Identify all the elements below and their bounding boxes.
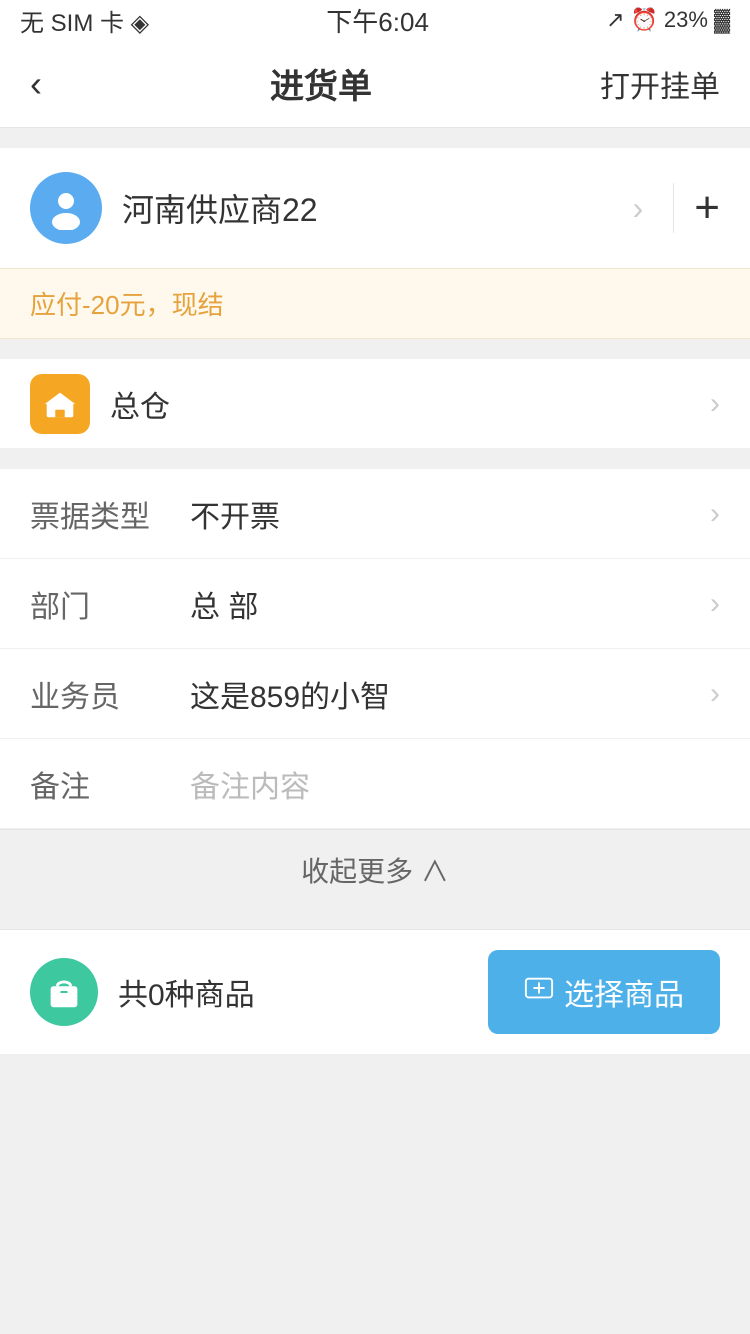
department-value: 总 部: [190, 582, 710, 626]
section-gap-1: [0, 128, 750, 148]
product-icon: [30, 958, 98, 1026]
invoice-type-chevron-icon: ›: [710, 497, 720, 531]
warehouse-row[interactable]: 总仓 ›: [0, 359, 750, 449]
location-icon: ↗: [606, 7, 624, 33]
remark-label: 备注: [30, 762, 190, 806]
warehouse-icon: [30, 374, 90, 434]
product-count: 共0种商品: [118, 970, 488, 1014]
supplier-chevron-icon: ›: [633, 190, 644, 227]
remark-row[interactable]: 备注 备注内容: [0, 739, 750, 829]
add-supplier-button[interactable]: +: [694, 186, 720, 230]
department-label: 部门: [30, 582, 190, 626]
select-product-icon: [524, 973, 554, 1011]
salesperson-label: 业务员: [30, 672, 190, 716]
supplier-name: 河南供应商22: [122, 185, 633, 231]
section-gap-4: [0, 909, 750, 929]
section-gap-2: [0, 339, 750, 359]
department-chevron-icon: ›: [710, 587, 720, 621]
status-right: ↗ ⏰ 23% ▓: [606, 7, 730, 33]
nav-bar: ‹ 进货单 打开挂单: [0, 40, 750, 128]
invoice-type-value: 不开票: [190, 492, 710, 536]
notice-bar: 应付-20元，现结: [0, 268, 750, 339]
supplier-row[interactable]: 河南供应商22 › +: [0, 148, 750, 268]
section-gap-3: [0, 449, 750, 469]
warehouse-chevron-icon: ›: [710, 387, 720, 421]
invoice-type-label: 票据类型: [30, 492, 190, 536]
divider: [673, 183, 674, 233]
select-product-label: 选择商品: [564, 970, 684, 1014]
status-left: 无 SIM 卡 ◈: [20, 3, 149, 38]
battery-icon: ▓: [714, 7, 730, 33]
sim-status: 无 SIM 卡 ◈: [20, 3, 149, 38]
bottom-bar: 共0种商品 选择商品: [0, 929, 750, 1054]
supplier-avatar: [30, 172, 102, 244]
battery-text: 23%: [664, 7, 708, 33]
page-title: 进货单: [270, 59, 372, 108]
collapse-button[interactable]: 收起更多 ∧: [0, 829, 750, 909]
open-pending-button[interactable]: 打开挂单: [600, 62, 720, 106]
select-product-button[interactable]: 选择商品: [488, 950, 720, 1034]
alarm-icon: ⏰: [631, 7, 658, 33]
supplier-section: 河南供应商22 › + 应付-20元，现结: [0, 148, 750, 339]
department-row[interactable]: 部门 总 部 ›: [0, 559, 750, 649]
back-button[interactable]: ‹: [30, 63, 42, 105]
salesperson-value: 这是859的小智: [190, 672, 710, 716]
status-bar: 无 SIM 卡 ◈ 下午6:04 ↗ ⏰ 23% ▓: [0, 0, 750, 40]
warehouse-name: 总仓: [110, 382, 710, 426]
fields-section: 票据类型 不开票 › 部门 总 部 › 业务员 这是859的小智 › 备注 备注…: [0, 469, 750, 829]
remark-value[interactable]: 备注内容: [190, 762, 720, 806]
status-time: 下午6:04: [326, 2, 429, 39]
salesperson-row[interactable]: 业务员 这是859的小智 ›: [0, 649, 750, 739]
invoice-type-row[interactable]: 票据类型 不开票 ›: [0, 469, 750, 559]
salesperson-chevron-icon: ›: [710, 677, 720, 711]
